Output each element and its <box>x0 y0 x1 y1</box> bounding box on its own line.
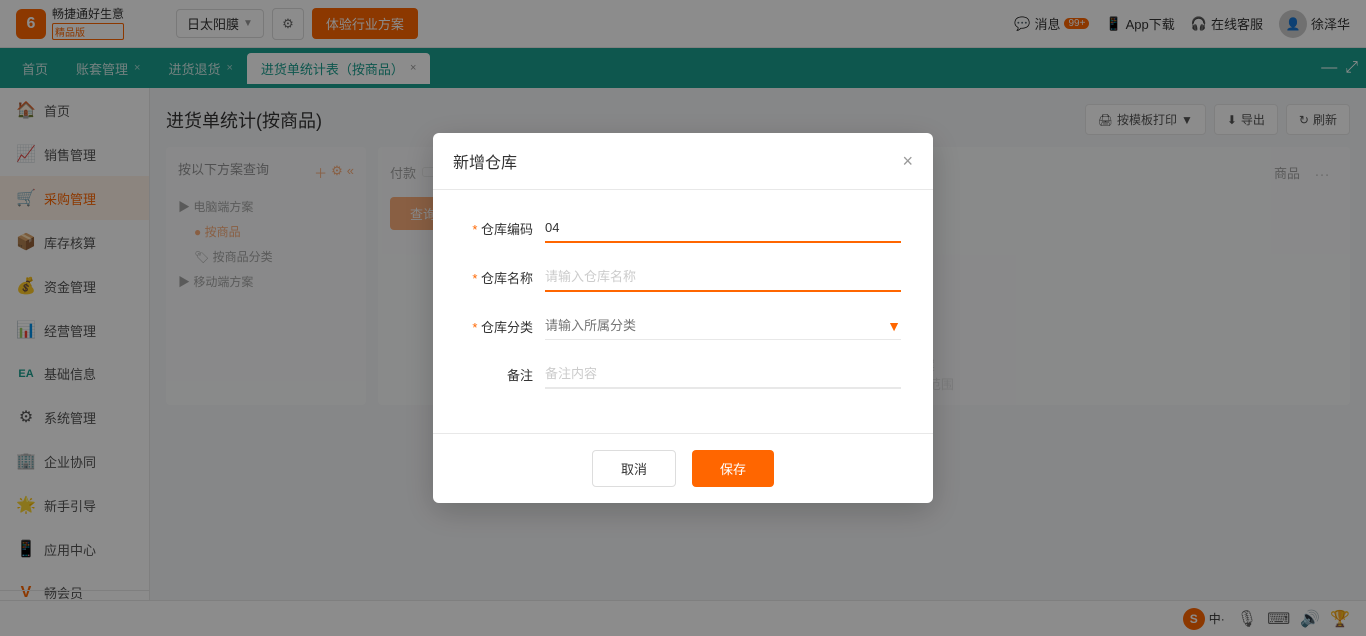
name-label: 仓库名称 <box>465 268 545 287</box>
form-row-remark: 备注 <box>465 360 901 389</box>
modal-footer: 取消 保存 <box>433 433 933 503</box>
code-input[interactable] <box>545 214 901 243</box>
modal-body: 仓库编码 仓库名称 仓库分类 ▼ 备注 <box>433 190 933 433</box>
category-dropdown-icon[interactable]: ▼ <box>887 318 901 334</box>
modal-overlay: 新增仓库 × 仓库编码 仓库名称 仓库分类 ▼ <box>0 0 1366 636</box>
new-warehouse-modal: 新增仓库 × 仓库编码 仓库名称 仓库分类 ▼ <box>433 133 933 503</box>
form-row-category: 仓库分类 ▼ <box>465 312 901 340</box>
cancel-button[interactable]: 取消 <box>592 450 676 487</box>
modal-title: 新增仓库 <box>453 149 517 173</box>
category-input[interactable] <box>545 312 887 339</box>
code-label: 仓库编码 <box>465 219 545 238</box>
form-row-code: 仓库编码 <box>465 214 901 243</box>
form-row-name: 仓库名称 <box>465 263 901 292</box>
name-input[interactable] <box>545 263 901 292</box>
category-select-wrap: ▼ <box>545 312 901 340</box>
remark-label: 备注 <box>465 365 545 384</box>
modal-header: 新增仓库 × <box>433 133 933 190</box>
category-label: 仓库分类 <box>465 317 545 336</box>
modal-close-button[interactable]: × <box>902 151 913 172</box>
save-button[interactable]: 保存 <box>692 450 774 487</box>
remark-input[interactable] <box>545 360 901 389</box>
